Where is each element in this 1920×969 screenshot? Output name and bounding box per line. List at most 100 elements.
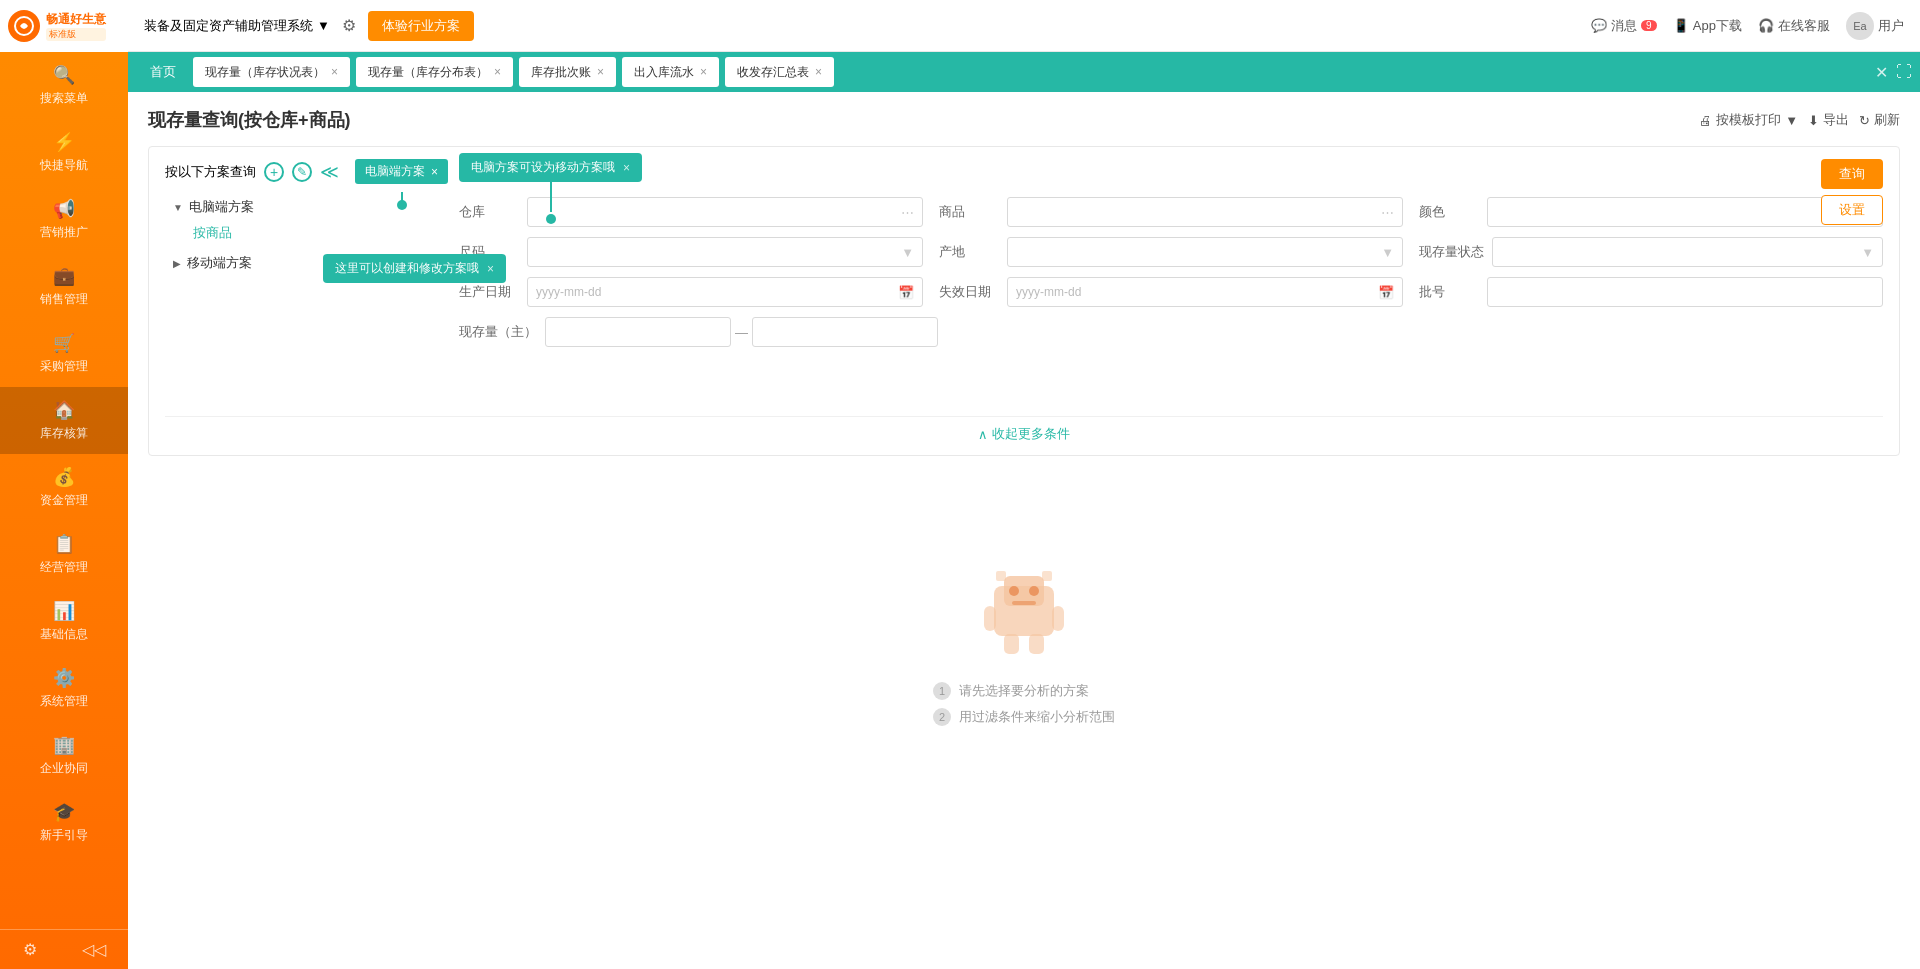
- sidebar: 畅通好生意 标准版 🔍 搜索菜单 ⚡ 快捷导航 📢 营销推广 💼 销售管理 🛒 …: [0, 0, 128, 969]
- stock-main-max[interactable]: [752, 317, 938, 347]
- warehouse-select[interactable]: ⋯: [527, 197, 923, 227]
- messages-action[interactable]: 💬 消息 9: [1591, 17, 1657, 35]
- empty-illustration: [964, 546, 1084, 666]
- settings-icon[interactable]: ⚙: [342, 16, 356, 35]
- collapse-sidebar-icon[interactable]: ◁◁: [82, 940, 106, 959]
- sidebar-item-marketing[interactable]: 📢 营销推广: [0, 186, 128, 253]
- filter-edit-btn[interactable]: ✎: [292, 162, 312, 182]
- tooltip-close-2[interactable]: ×: [487, 262, 494, 276]
- sidebar-item-enterprise[interactable]: 🏢 企业协同: [0, 722, 128, 789]
- filter-item-batch-no: 批号: [1419, 277, 1883, 307]
- sidebar-item-label: 资金管理: [40, 492, 88, 509]
- goods-select[interactable]: ⋯: [1007, 197, 1403, 227]
- chevron-down-icon: ▼: [1785, 113, 1798, 128]
- page-actions: 🖨 按模板打印 ▼ ⬇ 导出 ↻ 刷新: [1699, 111, 1900, 129]
- filter-add-btn[interactable]: +: [264, 162, 284, 182]
- stock-status-select[interactable]: ▼: [1492, 237, 1883, 267]
- sidebar-item-inventory[interactable]: 🏠 库存核算: [0, 387, 128, 454]
- sidebar-item-management[interactable]: 📋 经营管理: [0, 521, 128, 588]
- expand-icon: ▶: [173, 258, 181, 269]
- refresh-icon: ↻: [1859, 113, 1870, 128]
- app-download-action[interactable]: 📱 App下载: [1673, 17, 1742, 35]
- chevron-down-icon: ▼: [317, 18, 330, 33]
- sidebar-item-purchase[interactable]: 🛒 采购管理: [0, 320, 128, 387]
- industry-btn[interactable]: 体验行业方案: [368, 11, 474, 41]
- tab-bar: 首页 现存量（库存状况表） × 现存量（库存分布表） × 库存批次账 × 出入库…: [128, 52, 1920, 92]
- tab-inventory-status[interactable]: 现存量（库存状况表） ×: [193, 57, 350, 87]
- collapse-btn[interactable]: ∧ 收起更多条件: [978, 425, 1070, 443]
- tip-num-1: 1: [933, 682, 951, 700]
- query-btn[interactable]: 查询: [1821, 159, 1883, 189]
- svg-rect-8: [1004, 634, 1019, 654]
- filter-row-4: 现存量（主） —: [459, 317, 1883, 347]
- filter-item-produce-date: 生产日期 yyyy-mm-dd 📅: [459, 277, 923, 307]
- filter-item-stock-main: 现存量（主） —: [459, 317, 938, 347]
- svg-rect-6: [984, 606, 996, 631]
- tab-close-collection-summary[interactable]: ×: [815, 65, 822, 79]
- user-action[interactable]: Ea 用户: [1846, 12, 1904, 40]
- tab-collection-summary[interactable]: 收发存汇总表 ×: [725, 57, 834, 87]
- tab-close-in-out-flow[interactable]: ×: [700, 65, 707, 79]
- produce-date-start[interactable]: yyyy-mm-dd 📅: [527, 277, 923, 307]
- chevron-down-icon: ▼: [901, 245, 914, 260]
- empty-tip-1: 1 请先选择要分析的方案: [933, 678, 1115, 704]
- sidebar-item-basic[interactable]: 📊 基础信息: [0, 588, 128, 655]
- system-title-select[interactable]: 装备及固定资产辅助管理系统 ▼: [144, 17, 330, 35]
- management-icon: 📋: [53, 533, 75, 555]
- tooltip-green-1: 电脑方案可设为移动方案哦 ×: [459, 153, 642, 182]
- sidebar-item-label: 库存核算: [40, 425, 88, 442]
- batch-no-input[interactable]: [1487, 277, 1883, 307]
- chevron-down-icon: ▼: [1381, 245, 1394, 260]
- tab-close-inventory-dist[interactable]: ×: [494, 65, 501, 79]
- filter-item-size: 尺码 ▼: [459, 237, 923, 267]
- tab-batch-account[interactable]: 库存批次账 ×: [519, 57, 616, 87]
- filter-buttons: 查询 设置: [1805, 147, 1899, 237]
- system-icon: ⚙️: [53, 667, 75, 689]
- marketing-icon: 📢: [53, 198, 75, 220]
- stock-main-min[interactable]: [545, 317, 731, 347]
- purchase-icon: 🛒: [53, 332, 75, 354]
- sidebar-item-newbie[interactable]: 🎓 新手引导: [0, 789, 128, 856]
- filter-item-origin: 产地 ▼: [939, 237, 1403, 267]
- sidebar-item-quicknav[interactable]: ⚡ 快捷导航: [0, 119, 128, 186]
- logo-area: 畅通好生意 标准版: [0, 0, 128, 52]
- sidebar-item-label: 搜索菜单: [40, 90, 88, 107]
- inventory-icon: 🏠: [53, 399, 75, 421]
- sidebar-item-sales[interactable]: 💼 销售管理: [0, 253, 128, 320]
- setting-btn[interactable]: 设置: [1821, 195, 1883, 225]
- svg-point-4: [1029, 586, 1039, 596]
- tab-maximize-icon[interactable]: ⛶: [1896, 63, 1912, 82]
- sidebar-item-system[interactable]: ⚙️ 系统管理: [0, 655, 128, 722]
- export-btn[interactable]: ⬇ 导出: [1808, 111, 1849, 129]
- tab-in-out-flow[interactable]: 出入库流水 ×: [622, 57, 719, 87]
- tab-inventory-dist[interactable]: 现存量（库存分布表） ×: [356, 57, 513, 87]
- settings-footer-icon[interactable]: ⚙: [23, 940, 37, 959]
- sidebar-item-finance[interactable]: 💰 资金管理: [0, 454, 128, 521]
- sidebar-footer: ⚙ ◁◁: [0, 929, 128, 969]
- sidebar-item-search[interactable]: 🔍 搜索菜单: [0, 52, 128, 119]
- filter-row-3: 生产日期 yyyy-mm-dd 📅 失效日期 yyyy-mm-dd 📅: [459, 277, 1883, 307]
- sidebar-item-label: 销售管理: [40, 291, 88, 308]
- tooltip-1: 电脑方案可设为移动方案哦 ×: [459, 153, 642, 182]
- filter-back-btn[interactable]: ≪: [320, 161, 339, 183]
- refresh-btn[interactable]: ↻ 刷新: [1859, 111, 1900, 129]
- origin-select[interactable]: ▼: [1007, 237, 1403, 267]
- tab-close-batch-account[interactable]: ×: [597, 65, 604, 79]
- stock-main-range: —: [545, 317, 938, 347]
- calendar-icon2[interactable]: 📅: [1378, 285, 1394, 300]
- empty-tip-2: 2 用过滤条件来缩小分析范围: [933, 704, 1115, 730]
- tooltip-close-1[interactable]: ×: [623, 161, 630, 175]
- scheme-tag-close[interactable]: ×: [431, 165, 438, 179]
- tab-close-all-icon[interactable]: ✕: [1875, 63, 1888, 82]
- online-service-action[interactable]: 🎧 在线客服: [1758, 17, 1830, 35]
- expire-date-start[interactable]: yyyy-mm-dd 📅: [1007, 277, 1403, 307]
- size-select[interactable]: ▼: [527, 237, 923, 267]
- newbie-icon: 🎓: [53, 801, 75, 823]
- tab-close-inventory-status[interactable]: ×: [331, 65, 338, 79]
- sidebar-item-label: 企业协同: [40, 760, 88, 777]
- calendar-icon[interactable]: 📅: [898, 285, 914, 300]
- empty-state: 1 请先选择要分析的方案 2 用过滤条件来缩小分析范围: [148, 466, 1900, 810]
- dots-icon: ⋯: [1381, 205, 1394, 220]
- template-print-btn[interactable]: 🖨 按模板打印 ▼: [1699, 111, 1798, 129]
- tab-home[interactable]: 首页: [136, 52, 190, 92]
